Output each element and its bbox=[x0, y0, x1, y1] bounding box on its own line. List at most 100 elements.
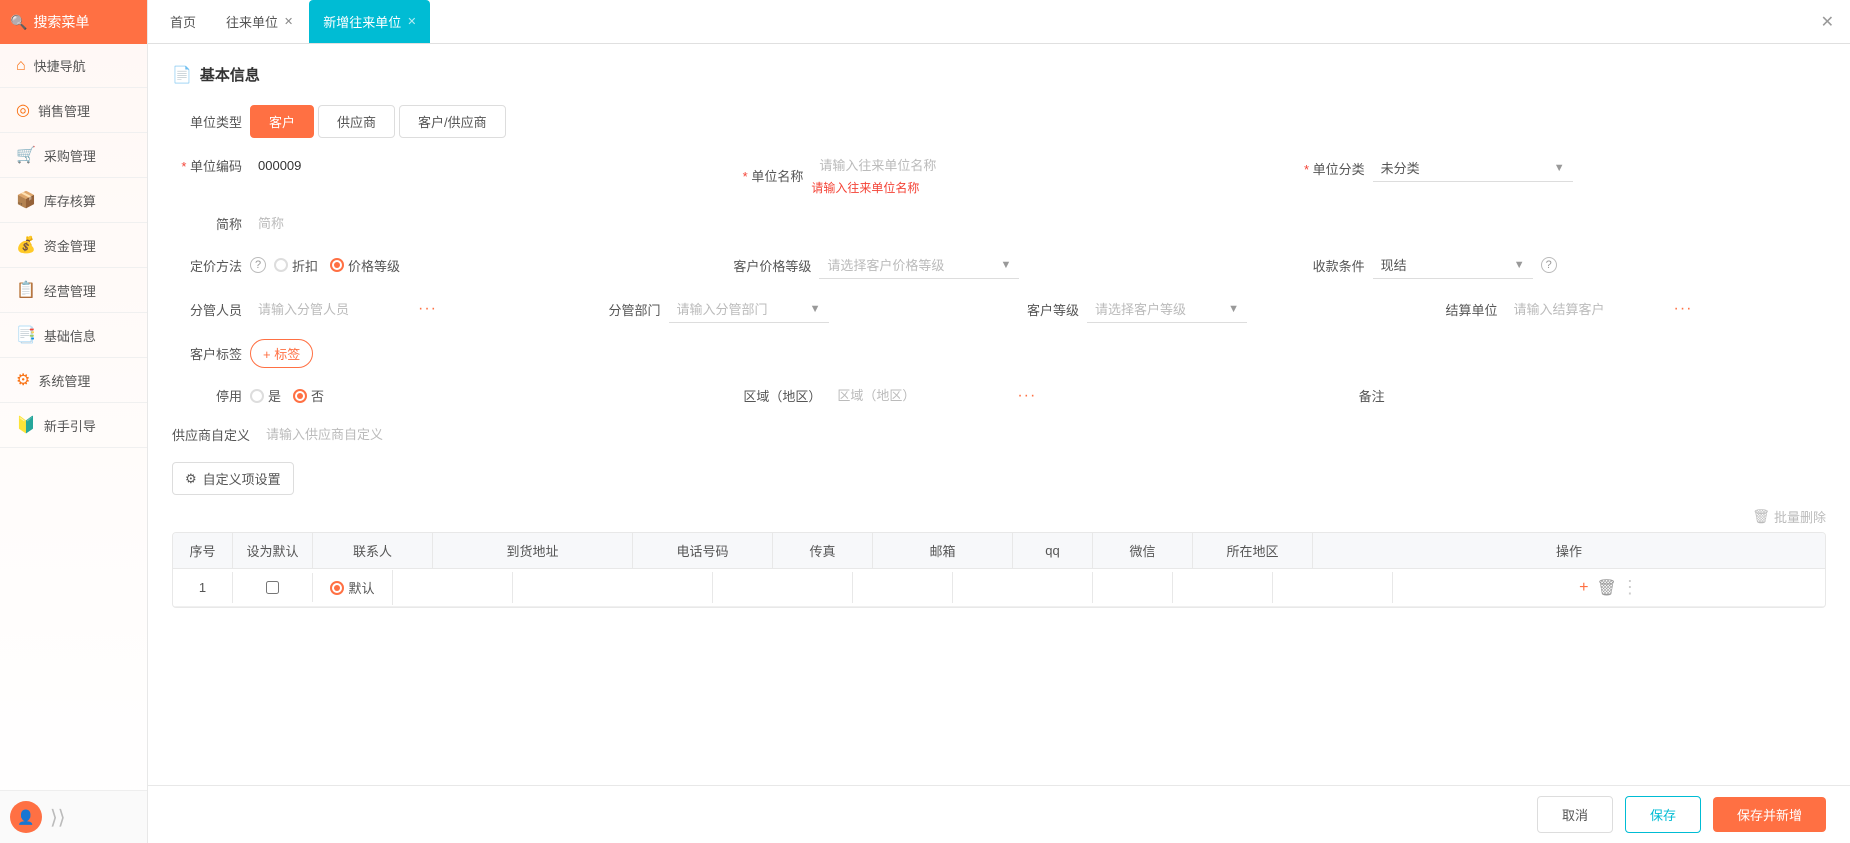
type-btn-both[interactable]: 客户/供应商 bbox=[399, 105, 506, 138]
customer-level-select[interactable]: 请选择客户等级 ▼ bbox=[1087, 295, 1247, 323]
contact-input[interactable] bbox=[403, 580, 502, 595]
fax-input[interactable] bbox=[863, 580, 942, 595]
dept-select[interactable]: 请输入分管部门 ▼ bbox=[669, 295, 829, 323]
customer-price-label: 客户价格等级 bbox=[733, 256, 811, 275]
row-delete-btn[interactable]: 🗑 bbox=[1597, 578, 1617, 598]
sidebar-item-inventory[interactable]: 📦 库存核算 bbox=[0, 178, 147, 223]
phone-input[interactable] bbox=[723, 580, 842, 595]
payment-terms-value: 现结 bbox=[1381, 255, 1407, 274]
home-icon: ⌂ bbox=[16, 57, 26, 75]
cell-address[interactable] bbox=[513, 572, 713, 603]
manager-input[interactable] bbox=[250, 298, 410, 321]
th-phone: 电话号码 bbox=[633, 533, 773, 568]
disabled-radio-group: 是 否 bbox=[250, 386, 324, 405]
search-menu-label: 搜索菜单 bbox=[33, 12, 89, 32]
batch-delete-label[interactable]: 批量删除 bbox=[1774, 507, 1826, 526]
sidebar-item-quick-nav[interactable]: ⌂ 快捷导航 bbox=[0, 44, 147, 88]
search-menu-btn[interactable]: 🔍 搜索菜单 bbox=[0, 0, 147, 44]
disabled-group: 停用 是 否 bbox=[172, 386, 683, 405]
cell-phone[interactable] bbox=[713, 572, 853, 603]
unit-code-input[interactable] bbox=[250, 154, 450, 177]
customer-price-chevron: ▼ bbox=[1000, 259, 1011, 271]
sidebar-item-operations[interactable]: 📋 经营管理 bbox=[0, 268, 147, 313]
custom-settings-btn[interactable]: ⚙ 自定义项设置 bbox=[172, 462, 294, 495]
qq-input[interactable] bbox=[1103, 580, 1162, 595]
cell-wechat[interactable] bbox=[1173, 572, 1273, 603]
region-more-btn[interactable]: ··· bbox=[1017, 387, 1036, 405]
email-input[interactable] bbox=[963, 580, 1082, 595]
guide-icon: 🔰 bbox=[16, 415, 36, 435]
sidebar-item-purchase[interactable]: 🛒 采购管理 bbox=[0, 133, 147, 178]
sidebar-item-finance[interactable]: 💰 资金管理 bbox=[0, 223, 147, 268]
short-name-input[interactable] bbox=[250, 212, 450, 235]
cell-region[interactable] bbox=[1273, 572, 1393, 603]
sidebar-expand-icon[interactable]: ⟩⟩ bbox=[50, 805, 66, 830]
section-icon: 📄 bbox=[172, 65, 192, 85]
settlement-more-btn[interactable]: ··· bbox=[1674, 300, 1693, 318]
save-new-btn[interactable]: 保存并新增 bbox=[1713, 797, 1826, 832]
sidebar-item-label: 快捷导航 bbox=[34, 56, 86, 75]
unit-category-select[interactable]: 未分类 ▼ bbox=[1373, 154, 1573, 182]
row-add-btn[interactable]: + bbox=[1579, 579, 1588, 597]
cell-fax[interactable] bbox=[853, 572, 953, 603]
unit-name-label: 单位名称 bbox=[733, 166, 803, 185]
settlement-unit-input[interactable] bbox=[1506, 298, 1666, 321]
tab-partners[interactable]: 往来单位 ✕ bbox=[212, 0, 307, 43]
remark-input[interactable] bbox=[1393, 384, 1673, 407]
sidebar-item-label: 系统管理 bbox=[38, 371, 90, 390]
pricing-help-icon[interactable]: ? bbox=[250, 257, 266, 273]
user-avatar: 👤 bbox=[10, 801, 42, 833]
customer-tag-group: 客户标签 + 标签 bbox=[172, 339, 1826, 368]
manager-more-btn[interactable]: ··· bbox=[418, 300, 437, 318]
payment-terms-select[interactable]: 现结 ▼ bbox=[1373, 251, 1533, 279]
pricing-level-radio[interactable]: 价格等级 bbox=[330, 256, 400, 275]
tab-new-partner-close[interactable]: ✕ bbox=[407, 15, 416, 28]
form-row-1: 单位编码 单位名称 请输入往来单位名称 单位分类 未分类 ▼ bbox=[172, 154, 1826, 196]
sidebar-item-guide[interactable]: 🔰 新手引导 bbox=[0, 403, 147, 448]
cell-default[interactable]: 默认 bbox=[313, 570, 393, 605]
pricing-discount-radio[interactable]: 折扣 bbox=[274, 256, 318, 275]
th-address: 到货地址 bbox=[433, 533, 633, 568]
sidebar-item-label: 库存核算 bbox=[44, 191, 96, 210]
add-tag-btn[interactable]: + 标签 bbox=[250, 339, 313, 368]
short-name-label: 简称 bbox=[172, 214, 242, 233]
row-checkbox[interactable] bbox=[266, 581, 279, 594]
sidebar-item-basic-info[interactable]: 📑 基础信息 bbox=[0, 313, 147, 358]
cell-contact[interactable] bbox=[393, 572, 513, 603]
cell-email[interactable] bbox=[953, 572, 1093, 603]
tab-partners-close[interactable]: ✕ bbox=[284, 15, 293, 28]
search-icon: 🔍 bbox=[10, 14, 27, 31]
th-contact: 联系人 bbox=[313, 533, 433, 568]
cell-checkbox[interactable] bbox=[233, 573, 313, 602]
sidebar-item-label: 采购管理 bbox=[44, 146, 96, 165]
cell-qq[interactable] bbox=[1093, 572, 1173, 603]
close-all-tabs-btn[interactable]: ✕ bbox=[1813, 8, 1842, 36]
type-btn-customer[interactable]: 客户 bbox=[250, 105, 314, 138]
custom-settings-section: ⚙ 自定义项设置 bbox=[172, 462, 1826, 495]
supplier-custom-input[interactable] bbox=[258, 423, 478, 446]
region-input[interactable] bbox=[829, 384, 1009, 407]
pricing-radio-group: 折扣 价格等级 bbox=[274, 256, 400, 275]
region-cell-input[interactable] bbox=[1283, 580, 1382, 595]
remark-label: 备注 bbox=[1315, 386, 1385, 405]
payment-help-icon[interactable]: ? bbox=[1541, 257, 1557, 273]
type-btn-supplier[interactable]: 供应商 bbox=[318, 105, 395, 138]
customer-price-select[interactable]: 请选择客户价格等级 ▼ bbox=[819, 251, 1019, 279]
disabled-yes-circle bbox=[250, 389, 264, 403]
sidebar-item-sales[interactable]: ◎ 销售管理 bbox=[0, 88, 147, 133]
customer-tag-label: 客户标签 bbox=[172, 344, 242, 363]
unit-code-label: 单位编码 bbox=[172, 156, 242, 175]
unit-name-input[interactable] bbox=[811, 154, 1031, 177]
tab-new-partner[interactable]: 新增往来单位 ✕ bbox=[309, 0, 430, 43]
sidebar-item-system[interactable]: ⚙ 系统管理 bbox=[0, 358, 147, 403]
wechat-input[interactable] bbox=[1183, 580, 1262, 595]
address-input[interactable] bbox=[523, 580, 702, 595]
save-btn[interactable]: 保存 bbox=[1625, 796, 1701, 833]
row-drag-handle[interactable]: ⋮ bbox=[1621, 577, 1639, 598]
disabled-yes-radio[interactable]: 是 bbox=[250, 386, 281, 405]
disabled-no-radio[interactable]: 否 bbox=[293, 386, 324, 405]
tab-home[interactable]: 首页 bbox=[156, 0, 210, 43]
cancel-btn[interactable]: 取消 bbox=[1537, 796, 1613, 833]
default-radio[interactable]: 默认 bbox=[330, 578, 374, 597]
short-name-group: 简称 bbox=[172, 212, 1826, 235]
